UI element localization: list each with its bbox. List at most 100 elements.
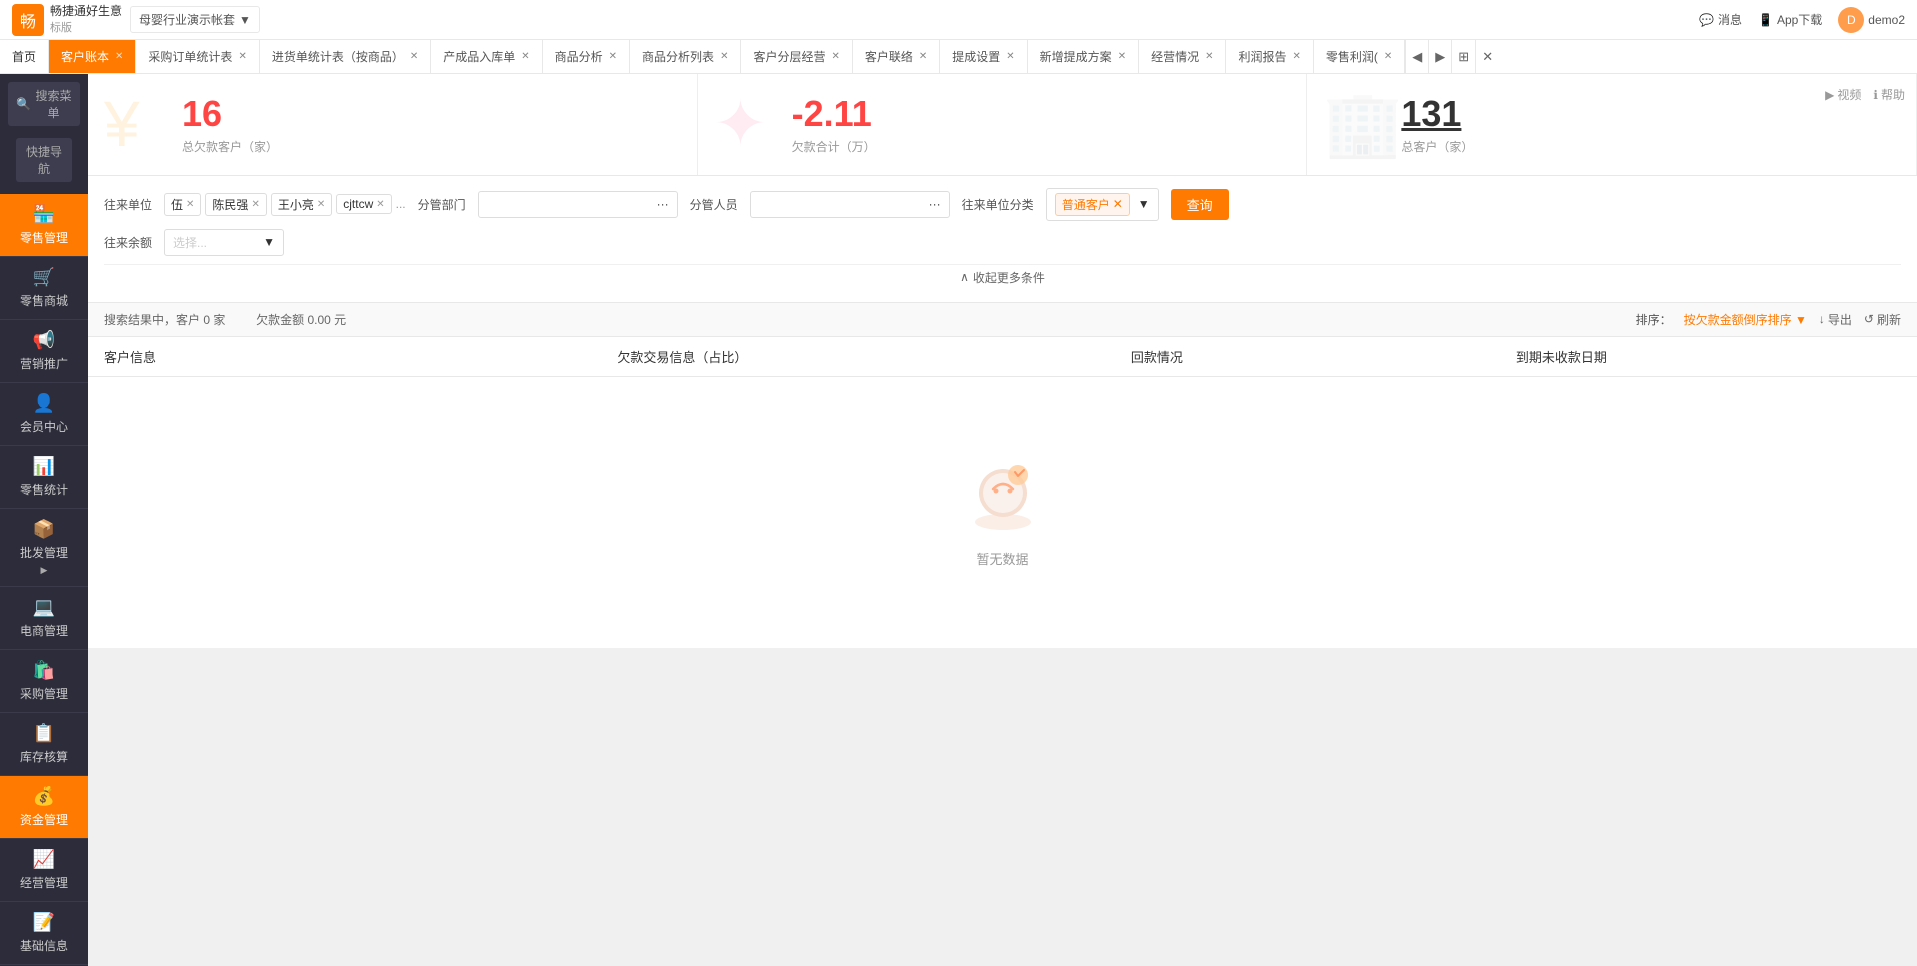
logo-icon: 畅 xyxy=(12,4,44,36)
sidebar-item-inventory-label: 库存核算 xyxy=(20,748,68,765)
refresh-label: 刷新 xyxy=(1877,311,1901,328)
sidebar-item-member[interactable]: 👤 会员中心 xyxy=(0,383,88,446)
unit-filter-label: 往来单位 xyxy=(104,196,152,213)
sidebar-item-retail-stats-label: 零售统计 xyxy=(20,481,68,498)
result-info: 搜索结果中，客户 0 家 欠款金额 0.00 元 xyxy=(104,311,346,328)
tab-product-analysis-list-label: 商品分析列表 xyxy=(642,48,714,65)
tab-close-icon[interactable]: ✕ xyxy=(831,51,839,62)
user-menu[interactable]: D demo2 xyxy=(1838,7,1905,33)
refresh-button[interactable]: ↺ 刷新 xyxy=(1864,311,1901,328)
tab-promotion-settings[interactable]: 提成设置 ✕ xyxy=(940,40,1027,74)
tab-close-icon[interactable]: ✕ xyxy=(609,51,617,62)
sidebar-item-purchase[interactable]: 🛍️ 采购管理 xyxy=(0,650,88,713)
export-button[interactable]: ↓ 导出 xyxy=(1819,311,1852,328)
unit-class-select[interactable]: 普通客户 ✕ ▼ xyxy=(1046,188,1159,221)
purchase-icon: 🛍️ xyxy=(33,660,55,681)
tag-chen-remove[interactable]: ✕ xyxy=(251,199,259,210)
tab-close-icon[interactable]: ✕ xyxy=(521,51,529,62)
tag-cjttcw-remove[interactable]: ✕ xyxy=(376,199,384,210)
stat-total-value[interactable]: 131 xyxy=(1401,94,1892,134)
help-button[interactable]: ℹ 帮助 xyxy=(1873,86,1905,103)
sidebar-item-finance[interactable]: 💰 资金管理 xyxy=(0,776,88,839)
sidebar-item-ecommerce[interactable]: 💻 电商管理 xyxy=(0,587,88,650)
tab-bar: 首页 客户账本 ✕ 采购订单统计表 ✕ 进货单统计表（按商品） ✕ 产成品入库单… xyxy=(0,40,1917,74)
sidebar-item-marketing[interactable]: 📢 营销推广 xyxy=(0,320,88,383)
quick-nav-button[interactable]: 快捷导航 xyxy=(16,138,72,182)
tab-profit[interactable]: 利润报告 ✕ xyxy=(1226,40,1313,74)
tab-close-icon[interactable]: ✕ xyxy=(410,51,418,62)
tab-retail-profit[interactable]: 零售利润( ✕ xyxy=(1314,40,1405,74)
sidebar-item-retail-mgmt[interactable]: 🏪 零售管理 xyxy=(0,194,88,257)
tag-wu-remove[interactable]: ✕ xyxy=(186,199,194,210)
result-actions: 排序： 按欠款金额倒序排序 ▼ ↓ 导出 ↺ 刷新 xyxy=(1636,311,1901,328)
tab-product-analysis-label: 商品分析 xyxy=(555,48,603,65)
stat-total-label: 总客户（家） xyxy=(1401,138,1892,155)
sort-value: 按欠款金额倒序排序 xyxy=(1684,313,1792,327)
filter-tag-cjttcw[interactable]: cjttcw ✕ xyxy=(336,194,391,214)
tab-product-analysis[interactable]: 商品分析 ✕ xyxy=(543,40,630,74)
tab-stock-stats[interactable]: 进货单统计表（按商品） ✕ xyxy=(260,40,431,74)
message-button[interactable]: 💬 消息 xyxy=(1699,11,1742,28)
video-button[interactable]: ▶ 视频 xyxy=(1825,86,1861,103)
tab-product-analysis-list[interactable]: 商品分析列表 ✕ xyxy=(630,40,741,74)
sidebar-item-basic[interactable]: 📝 基础信息 xyxy=(0,902,88,965)
sidebar-item-retail-stats[interactable]: 📊 零售统计 xyxy=(0,446,88,509)
tab-home[interactable]: 首页 xyxy=(0,40,49,74)
tab-nav-prev[interactable]: ◀ xyxy=(1405,40,1428,74)
sort-select[interactable]: 按欠款金额倒序排序 ▼ xyxy=(1684,311,1807,328)
sidebar-item-operation[interactable]: 📈 经营管理 xyxy=(0,839,88,902)
tab-nav-expand[interactable]: ⊞ xyxy=(1451,40,1475,74)
sidebar-item-mall-label: 零售商城 xyxy=(20,292,68,309)
tab-close-icon[interactable]: ✕ xyxy=(1293,51,1301,62)
unit-class-filter-label: 往来单位分类 xyxy=(962,196,1034,213)
tab-close-icon[interactable]: ✕ xyxy=(1384,51,1392,62)
refresh-icon: ↺ xyxy=(1864,312,1874,326)
workspace-selector[interactable]: 母婴行业演示帐套 ▼ xyxy=(130,6,260,33)
filter-row-1: 往来单位 伍 ✕ 陈民强 ✕ 王小亮 ✕ cjttcw xyxy=(104,188,1901,221)
tab-customer-balance[interactable]: 客户账本 ✕ xyxy=(49,40,136,74)
filter-more-btn[interactable]: ... xyxy=(396,197,406,211)
tag-wu-label: 伍 xyxy=(171,196,183,213)
filter-tag-wu[interactable]: 伍 ✕ xyxy=(164,193,201,216)
tab-customer-contact[interactable]: 客户联络 ✕ xyxy=(853,40,940,74)
sidebar-search-button[interactable]: 🔍 搜索菜单 xyxy=(8,82,80,126)
app-download-button[interactable]: 📱 App下载 xyxy=(1758,11,1822,28)
balance-select[interactable]: 选择... ▼ xyxy=(164,229,284,256)
query-button[interactable]: 查询 xyxy=(1171,189,1229,220)
tab-close-icon[interactable]: ✕ xyxy=(1118,51,1126,62)
download-icon: 📱 xyxy=(1758,13,1773,27)
sidebar-item-inventory[interactable]: 📋 库存核算 xyxy=(0,713,88,776)
filter-tag-chen[interactable]: 陈民强 ✕ xyxy=(205,193,266,216)
tab-customer-segment[interactable]: 客户分层经营 ✕ xyxy=(741,40,852,74)
dept-select[interactable]: ··· xyxy=(478,191,678,218)
tab-close-icon[interactable]: ✕ xyxy=(1006,51,1014,62)
stat-customers-label: 总欠款客户（家） xyxy=(182,138,673,155)
tab-nav-close-all[interactable]: ✕ xyxy=(1475,40,1499,74)
person-select[interactable]: ··· xyxy=(750,191,950,218)
tag-wang-label: 王小亮 xyxy=(278,196,314,213)
person-more-icon: ··· xyxy=(929,197,941,211)
result-bar: 搜索结果中，客户 0 家 欠款金额 0.00 元 排序： 按欠款金额倒序排序 ▼… xyxy=(88,303,1917,337)
tag-wang-remove[interactable]: ✕ xyxy=(317,199,325,210)
tab-purchase-order[interactable]: 采购订单统计表 ✕ xyxy=(136,40,259,74)
tab-close-icon[interactable]: ✕ xyxy=(115,51,123,62)
sidebar-item-retail-label: 零售管理 xyxy=(20,229,68,246)
tab-close-icon[interactable]: ✕ xyxy=(919,51,927,62)
tab-new-promotion[interactable]: 新增提成方案 ✕ xyxy=(1028,40,1139,74)
result-count-unit: 家 xyxy=(213,313,225,327)
sort-chevron: ▼ xyxy=(1795,313,1807,327)
unit-class-tag-remove[interactable]: ✕ xyxy=(1113,197,1123,211)
tab-close-icon[interactable]: ✕ xyxy=(720,51,728,62)
filter-tag-wang[interactable]: 王小亮 ✕ xyxy=(271,193,332,216)
help-label: 帮助 xyxy=(1881,86,1905,103)
sidebar-item-retail-mall[interactable]: 🛒 零售商城 xyxy=(0,257,88,320)
query-label: 查询 xyxy=(1187,198,1213,213)
tab-product-in[interactable]: 产成品入库单 ✕ xyxy=(431,40,542,74)
sidebar-item-wholesale[interactable]: 📦 批发管理 ▶ xyxy=(0,509,88,587)
help-icon: ℹ xyxy=(1873,88,1878,102)
tab-close-icon[interactable]: ✕ xyxy=(238,51,246,62)
collapse-button[interactable]: ∧ 收起更多条件 xyxy=(104,265,1901,290)
tab-nav-next[interactable]: ▶ xyxy=(1428,40,1451,74)
tab-close-icon[interactable]: ✕ xyxy=(1205,51,1213,62)
tab-operation[interactable]: 经营情况 ✕ xyxy=(1139,40,1226,74)
